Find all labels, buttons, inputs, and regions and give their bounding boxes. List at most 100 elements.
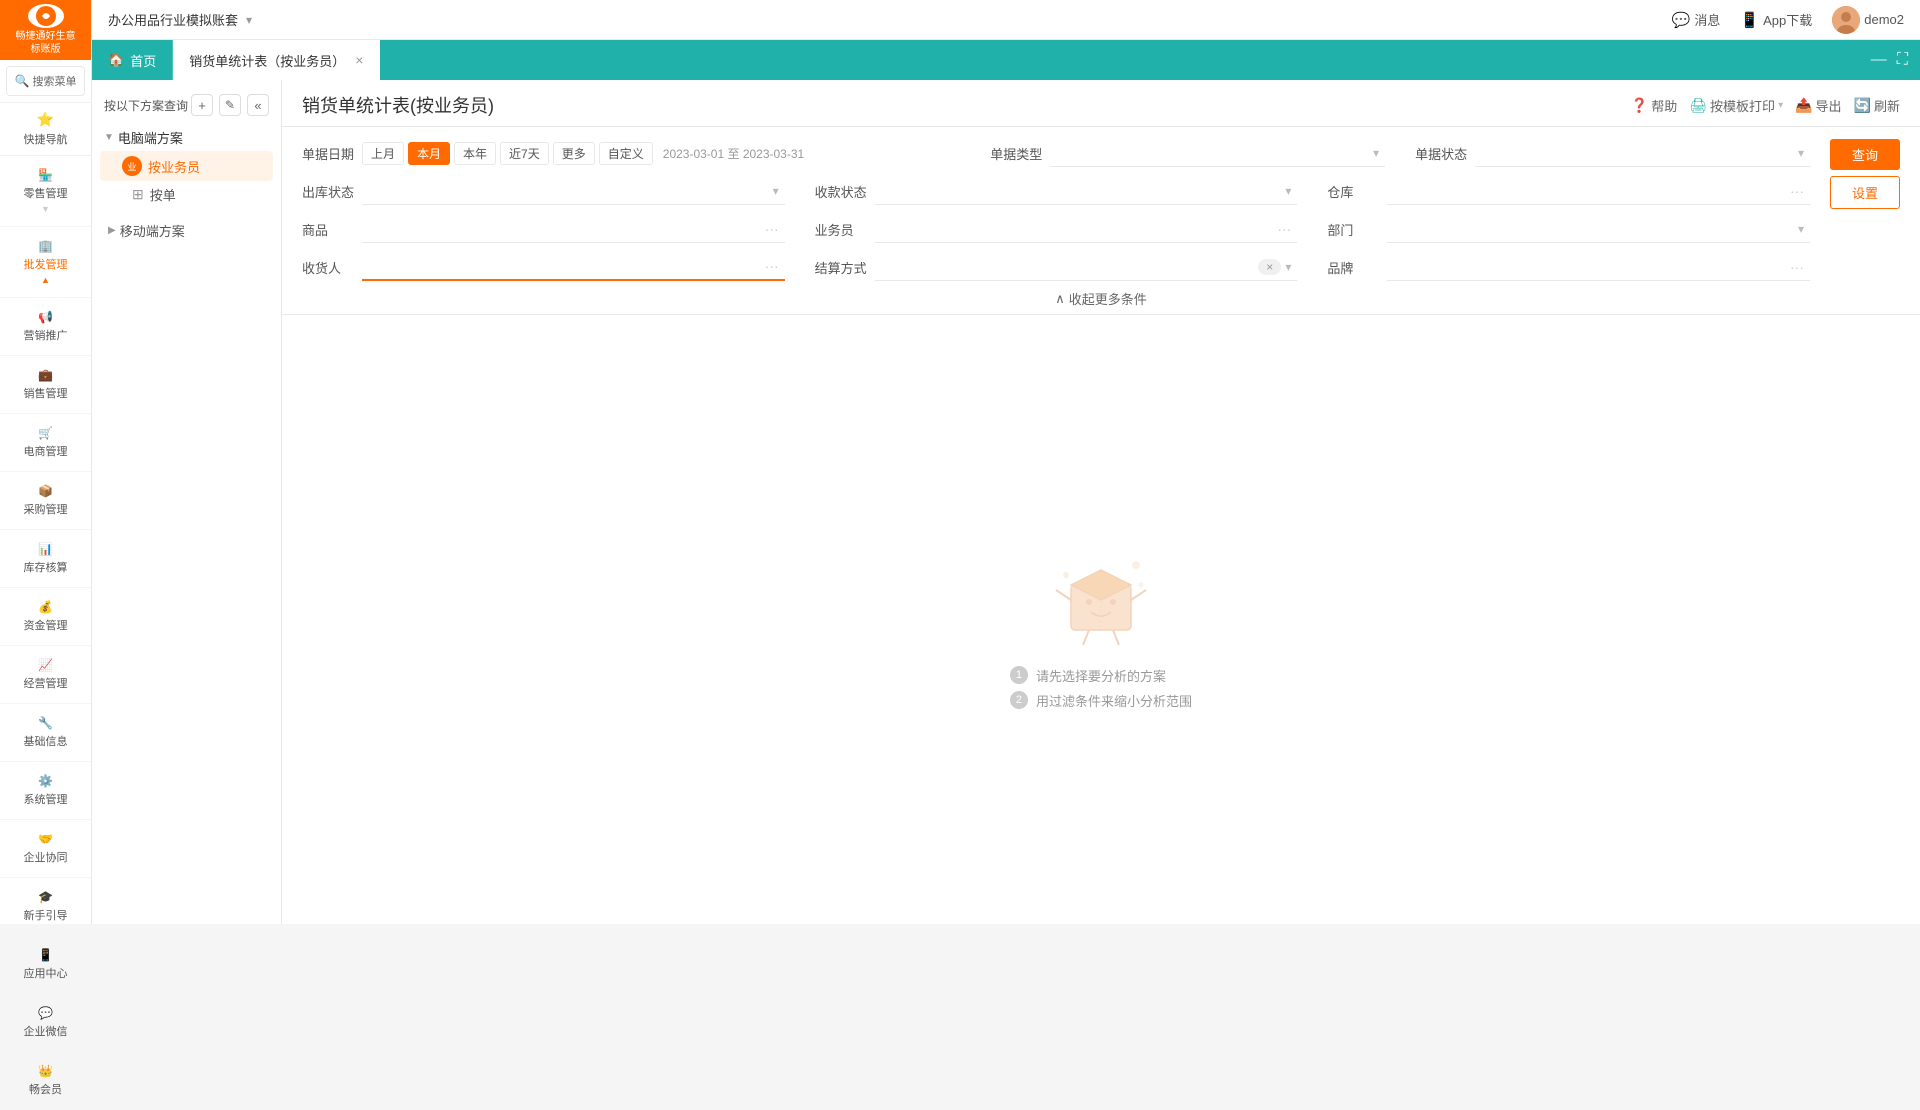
sidebar-item-appcenter[interactable]: 📱 应用中心 xyxy=(0,936,91,994)
export-button[interactable]: 📤 导出 xyxy=(1795,96,1841,115)
help-button[interactable]: ❓ 帮助 xyxy=(1631,96,1677,115)
doc-type-control[interactable]: ▾ xyxy=(1050,139,1385,167)
filter-goods: 商品 ··· xyxy=(302,215,785,243)
goods-control[interactable]: ··· xyxy=(362,215,785,243)
print-icon: 🖨 xyxy=(1689,97,1707,114)
sidebar-item-wechat[interactable]: 💬 企业微信 xyxy=(0,994,91,1052)
top-bar-dropdown-icon[interactable]: ▾ xyxy=(246,13,252,27)
user-avatar-area[interactable]: demo2 xyxy=(1832,6,1904,34)
sidebar-item-operation[interactable]: 📈 经营管理 xyxy=(0,646,91,704)
scheme-salesperson-label: 按业务员 xyxy=(148,157,200,176)
date-btn-this-month[interactable]: 本月 xyxy=(408,142,450,165)
collapse-panel-button[interactable]: « xyxy=(247,94,269,116)
sidebar-item-member[interactable]: 👑 畅会员 xyxy=(0,1052,91,1110)
empty-state-area: 1 请先选择要分析的方案 2 用过滤条件来缩小分析范围 xyxy=(282,315,1920,924)
page-title: 销货单统计表(按业务员) xyxy=(302,92,494,118)
filter-doc-type: 单据类型 ▾ xyxy=(990,139,1385,167)
out-status-control[interactable]: ▾ xyxy=(362,177,785,205)
maximize-icon: ⛶ xyxy=(1897,51,1908,68)
left-panel: 按以下方案查询 + ✎ « ▼ 电脑端方案 xyxy=(92,80,282,924)
department-label: 部门 xyxy=(1327,220,1387,239)
tip-2-text: 用过滤条件来缩小分析范围 xyxy=(1036,691,1192,710)
add-scheme-button[interactable]: + xyxy=(191,94,213,116)
system-icon: ⚙️ xyxy=(38,774,53,788)
purchase-icon: 📦 xyxy=(38,484,53,498)
sidebar-item-system[interactable]: ⚙️ 系统管理 xyxy=(0,762,91,820)
refresh-button[interactable]: 🔄 刷新 xyxy=(1854,96,1900,115)
settlement-control[interactable]: × ▾ xyxy=(875,253,1298,281)
sidebar-item-quick-nav[interactable]: ⭐ 快捷导航 xyxy=(0,103,91,156)
tab-minimize-button[interactable]: — xyxy=(1871,51,1887,69)
sidebar-item-marketing[interactable]: 📢 营销推广 xyxy=(0,298,91,356)
ecommerce-icon: 🛒 xyxy=(38,426,53,440)
sales-icon: 💼 xyxy=(38,368,53,382)
salesperson-dots: ··· xyxy=(1277,221,1291,237)
marketing-icon: 📢 xyxy=(38,310,53,324)
tab-close-icon[interactable]: × xyxy=(355,52,363,68)
logo-icon xyxy=(28,4,64,28)
sidebar-item-inventory[interactable]: 📊 库存核算 xyxy=(0,530,91,588)
sidebar-item-sales[interactable]: 💼 销售管理 xyxy=(0,356,91,414)
app-download-button[interactable]: 📱 App下载 xyxy=(1740,10,1812,29)
top-bar-left: 办公用品行业模拟账套 ▾ xyxy=(108,10,252,29)
settlement-clear-x[interactable]: × xyxy=(1266,260,1273,274)
collapse-button[interactable]: ∧ 收起更多条件 xyxy=(302,289,1900,308)
sidebar-item-wholesale[interactable]: 🏢 批发管理 ▲ xyxy=(0,227,91,298)
salesperson-scheme-dot: 业 xyxy=(122,156,142,176)
mobile-scheme-header[interactable]: ▶ 移动端方案 xyxy=(100,216,273,245)
app-download-label: App下载 xyxy=(1763,10,1812,29)
filter-brand: 品牌 ··· xyxy=(1327,253,1810,281)
top-bar-right: 💬 消息 📱 App下载 demo2 xyxy=(1672,6,1904,34)
search-menu-button[interactable]: 🔍 搜索菜单 xyxy=(6,66,85,96)
retail-arrow-icon: ▼ xyxy=(41,204,50,214)
sidebar-item-purchase[interactable]: 📦 采购管理 xyxy=(0,472,91,530)
sidebar-item-newuser[interactable]: 🎓 新手引导 xyxy=(0,878,91,936)
export-label: 导出 xyxy=(1816,96,1842,115)
sidebar-item-ecommerce[interactable]: 🛒 电商管理 xyxy=(0,414,91,472)
member-icon: 👑 xyxy=(38,1064,53,1078)
date-btn-custom[interactable]: 自定义 xyxy=(599,142,653,165)
print-button[interactable]: 🖨 按模板打印 ▾ xyxy=(1689,96,1783,115)
warehouse-control[interactable]: ··· xyxy=(1387,177,1810,205)
out-status-dropdown-icon: ▾ xyxy=(773,184,779,198)
refresh-label: 刷新 xyxy=(1874,96,1900,115)
search-icon: 🔍 xyxy=(15,74,30,88)
filter-row-1: 单据日期 上月 本月 本年 近7天 更多 自定义 2023-03-01 至 20… xyxy=(302,139,1810,167)
payment-status-control[interactable]: ▾ xyxy=(875,177,1298,205)
date-btn-this-year[interactable]: 本年 xyxy=(454,142,496,165)
tab-bar-actions: — ⛶ xyxy=(1859,40,1920,80)
main-area: 办公用品行业模拟账套 ▾ 💬 消息 📱 App下载 demo2 🏠 首页 xyxy=(92,0,1920,924)
message-button[interactable]: 💬 消息 xyxy=(1672,10,1721,29)
tip-1-num: 1 xyxy=(1010,666,1028,684)
doc-status-control[interactable]: ▾ xyxy=(1475,139,1810,167)
date-btn-7days[interactable]: 近7天 xyxy=(500,142,549,165)
scheme-sub-item-order[interactable]: ⊞ 按单 xyxy=(100,181,273,208)
tab-home[interactable]: 🏠 首页 xyxy=(92,40,173,80)
sidebar-item-retail[interactable]: 🏪 零售管理 ▼ xyxy=(0,156,91,227)
date-filter-control: 上月 本月 本年 近7天 更多 自定义 2023-03-01 至 2023-03… xyxy=(362,142,960,165)
date-btn-more[interactable]: 更多 xyxy=(553,142,595,165)
setting-button[interactable]: 设置 xyxy=(1830,176,1900,209)
brand-control[interactable]: ··· xyxy=(1387,253,1810,281)
logo-area[interactable]: 畅捷通好生意 标账版 xyxy=(0,0,91,60)
sidebar-item-finance[interactable]: 💰 资金管理 xyxy=(0,588,91,646)
edit-scheme-button[interactable]: ✎ xyxy=(219,94,241,116)
date-label: 单据日期 xyxy=(302,144,362,163)
tab-maximize-button[interactable]: ⛶ xyxy=(1897,51,1908,69)
tip-1-text: 请先选择要分析的方案 xyxy=(1036,666,1166,685)
query-button[interactable]: 查询 xyxy=(1830,139,1900,170)
date-btn-last-month[interactable]: 上月 xyxy=(362,142,404,165)
page-header: 销货单统计表(按业务员) ❓ 帮助 🖨 按模板打印 ▾ 📤 导出 xyxy=(282,80,1920,127)
brand-label: 品牌 xyxy=(1327,258,1387,277)
consignee-control[interactable]: ··· xyxy=(362,253,785,281)
sidebar-item-basic[interactable]: 🔧 基础信息 xyxy=(0,704,91,762)
salesperson-control[interactable]: ··· xyxy=(875,215,1298,243)
department-control[interactable]: ▾ xyxy=(1387,215,1810,243)
sidebar-item-enterprise[interactable]: 🤝 企业协同 xyxy=(0,820,91,878)
out-status-label: 出库状态 xyxy=(302,182,362,201)
filter-department: 部门 ▾ xyxy=(1327,215,1810,243)
tab-active[interactable]: 销货单统计表（按业务员） × xyxy=(173,40,380,80)
pc-scheme-group-header[interactable]: ▼ 电脑端方案 xyxy=(100,124,273,151)
scheme-item-salesperson[interactable]: 业 按业务员 xyxy=(100,151,273,181)
settlement-dropdown-icon: ▾ xyxy=(1285,260,1291,274)
